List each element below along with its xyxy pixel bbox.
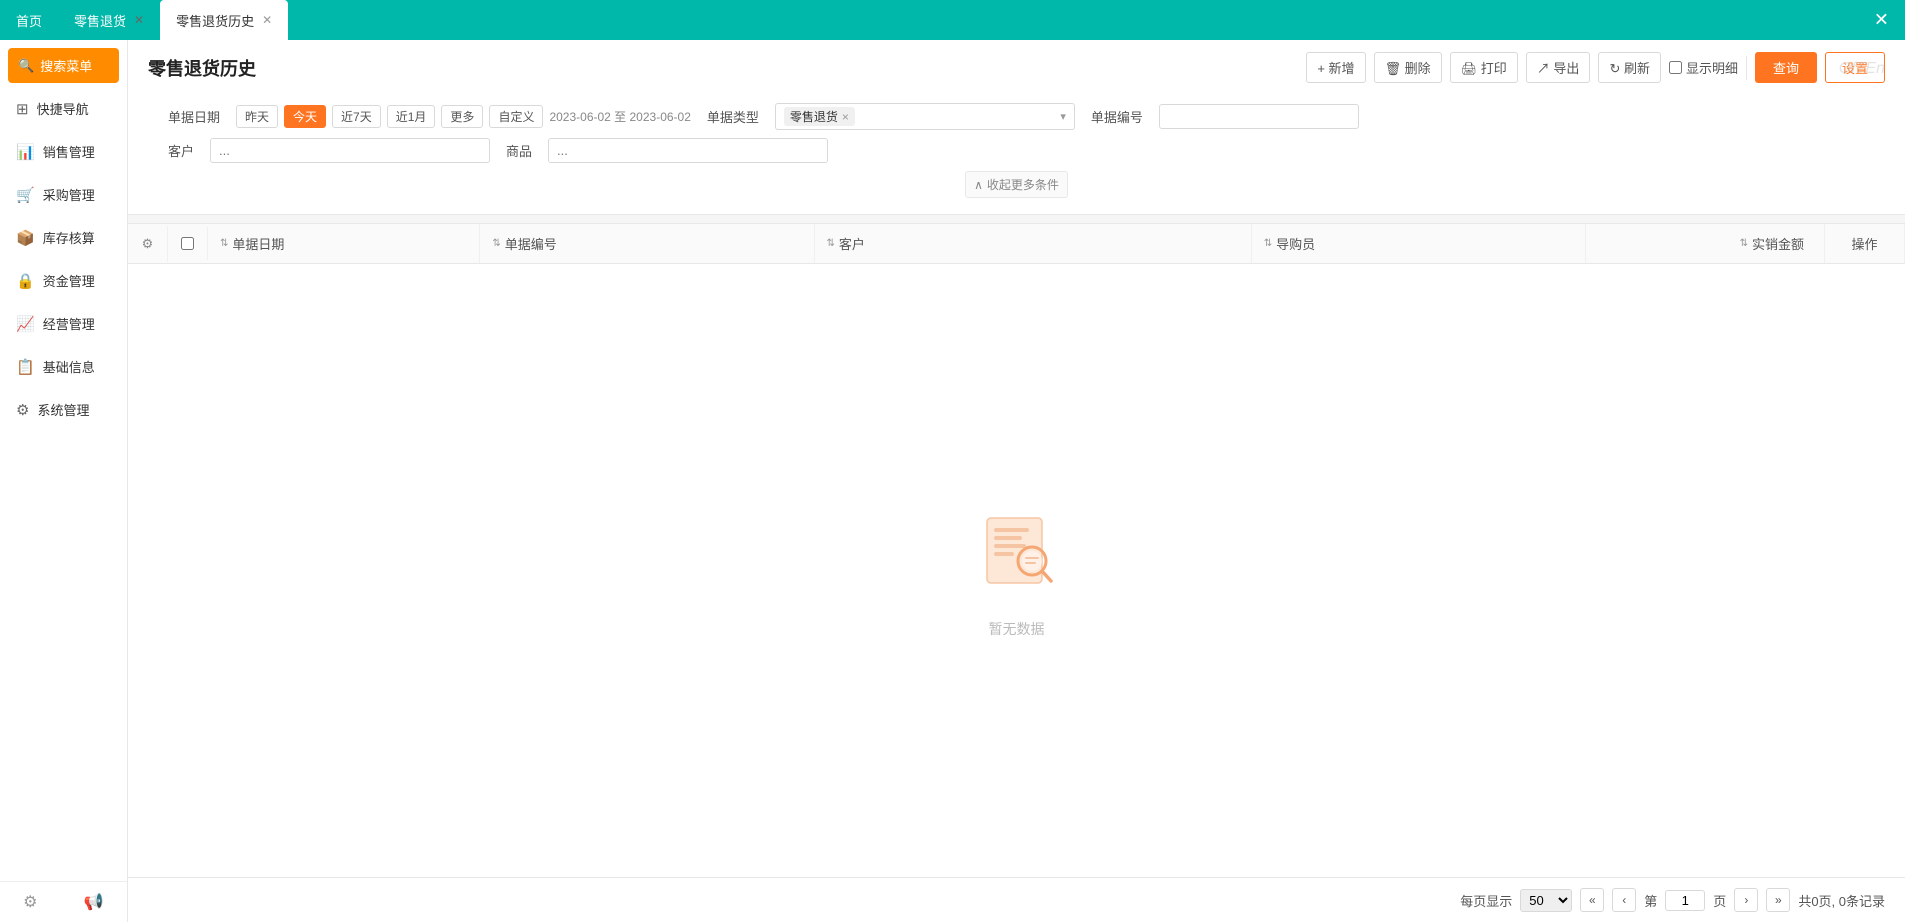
page-header: 零售退货历史 + 新增 🗑 删除 🖨 打印 ↗ 导出 ↻ 刷新 显示明细 查询 … bbox=[128, 40, 1905, 215]
finance-icon: 🔒 bbox=[16, 272, 35, 290]
page-number-input[interactable] bbox=[1665, 890, 1705, 911]
filter-row-1: 单据日期 昨天 今天 近7天 近1月 更多 自定义 2023-06-02 至 2… bbox=[168, 103, 1865, 130]
type-tag: 零售退货 × bbox=[784, 107, 855, 126]
system-icon: ⚙ bbox=[16, 401, 29, 419]
operations-icon: 📈 bbox=[16, 315, 35, 333]
goods-label: 商品 bbox=[506, 141, 532, 160]
date-label: 单据日期 bbox=[168, 107, 220, 126]
tab-retail-return[interactable]: 零售退货 ✕ bbox=[58, 0, 160, 40]
last-page-button[interactable]: » bbox=[1766, 888, 1790, 912]
number-label: 单据编号 bbox=[1091, 107, 1143, 126]
th-action: 操作 bbox=[1825, 224, 1905, 263]
show-detail-checkbox[interactable]: 显示明细 bbox=[1669, 58, 1738, 77]
goods-input[interactable] bbox=[548, 138, 828, 163]
sidebar-speaker-button[interactable]: 📢 bbox=[84, 892, 104, 912]
type-dropdown-arrow: ▾ bbox=[1060, 110, 1066, 123]
page-suffix: 页 bbox=[1713, 891, 1726, 910]
delete-button[interactable]: 🗑 删除 bbox=[1374, 52, 1442, 83]
th-number: ⇅ 单据编号 bbox=[480, 224, 814, 263]
number-input[interactable] bbox=[1159, 104, 1359, 129]
layout: 🔍 搜索菜单 ⊞ 快捷导航 📊 销售管理 🛒 采购管理 📦 库存核算 🔒 资金管… bbox=[0, 40, 1905, 922]
setting-button[interactable]: 设置 bbox=[1825, 52, 1885, 83]
customer-label: 客户 bbox=[168, 141, 194, 160]
top-bar: 首页 零售退货 ✕ 零售退货历史 ✕ ✕ bbox=[0, 0, 1905, 40]
purchase-icon: 🛒 bbox=[16, 186, 35, 204]
sort-asc-number-icon[interactable]: ⇅ bbox=[492, 238, 500, 249]
pagination: 每页显示 50 10 20 100 « ‹ 第 页 › » 共0页, 0条记录 bbox=[128, 877, 1905, 922]
sidebar-settings-button[interactable]: ⚙ bbox=[23, 892, 37, 912]
query-button[interactable]: 查询 bbox=[1755, 52, 1817, 83]
th-setting[interactable]: ⚙ bbox=[128, 226, 168, 262]
total-info: 共0页, 0条记录 bbox=[1798, 891, 1885, 910]
quick-nav-icon: ⊞ bbox=[16, 100, 29, 118]
page-size-select[interactable]: 50 10 20 100 bbox=[1520, 889, 1572, 912]
date-btn-yesterday[interactable]: 昨天 bbox=[236, 105, 278, 128]
print-button[interactable]: 🖨 打印 bbox=[1450, 52, 1518, 83]
first-page-button[interactable]: « bbox=[1580, 888, 1604, 912]
sort-asc-amount-icon[interactable]: ⇅ bbox=[1740, 238, 1748, 249]
sidebar-item-basic-info[interactable]: 📋 基础信息 bbox=[0, 345, 127, 388]
table-area: ⚙ ⇅ 单据日期 ⇅ 单据编号 ⇅ 客户 ⇅ 导购员 bbox=[128, 223, 1905, 922]
page-prefix: 第 bbox=[1644, 891, 1657, 910]
sidebar-search[interactable]: 🔍 搜索菜单 bbox=[8, 48, 119, 83]
close-tab-retail-return-history[interactable]: ✕ bbox=[262, 13, 272, 27]
sales-icon: 📊 bbox=[16, 143, 35, 161]
sidebar-item-operations[interactable]: 📈 经营管理 bbox=[0, 302, 127, 345]
refresh-button[interactable]: ↻ 刷新 bbox=[1598, 52, 1661, 83]
export-button[interactable]: ↗ 导出 bbox=[1526, 52, 1591, 83]
main-content: 零售退货历史 + 新增 🗑 删除 🖨 打印 ↗ 导出 ↻ 刷新 显示明细 查询 … bbox=[128, 40, 1905, 922]
basic-info-icon: 📋 bbox=[16, 358, 35, 376]
th-guide: ⇅ 导购员 bbox=[1252, 224, 1586, 263]
close-tab-retail-return[interactable]: ✕ bbox=[134, 13, 144, 27]
customer-input[interactable] bbox=[210, 138, 490, 163]
collapse-icon: ∧ bbox=[974, 178, 983, 192]
sidebar-item-finance[interactable]: 🔒 资金管理 bbox=[0, 259, 127, 302]
empty-text: 暂无数据 bbox=[989, 619, 1045, 639]
date-btn-1month[interactable]: 近1月 bbox=[387, 105, 436, 128]
sort-asc-date-icon[interactable]: ⇅ bbox=[220, 238, 228, 249]
th-amount: ⇅ 实销金额 bbox=[1586, 224, 1825, 263]
show-detail-input[interactable] bbox=[1669, 61, 1682, 74]
toolbar: + 新增 🗑 删除 🖨 打印 ↗ 导出 ↻ 刷新 显示明细 查询 设置 bbox=[1306, 52, 1885, 83]
date-btn-today[interactable]: 今天 bbox=[284, 105, 326, 128]
table-header: ⚙ ⇅ 单据日期 ⇅ 单据编号 ⇅ 客户 ⇅ 导购员 bbox=[128, 223, 1905, 264]
date-btn-custom[interactable]: 自定义 bbox=[489, 105, 543, 128]
th-date: ⇅ 单据日期 bbox=[208, 224, 480, 263]
sidebar-bottom: ⚙ 📢 bbox=[0, 881, 127, 922]
tab-retail-return-history[interactable]: 零售退货历史 ✕ bbox=[160, 0, 288, 40]
page-title: 零售退货历史 bbox=[148, 55, 256, 81]
filter-row-2: 客户 商品 bbox=[168, 138, 1865, 163]
next-page-button[interactable]: › bbox=[1734, 888, 1758, 912]
page-title-row: 零售退货历史 + 新增 🗑 删除 🖨 打印 ↗ 导出 ↻ 刷新 显示明细 查询 … bbox=[148, 52, 1885, 83]
inventory-icon: 📦 bbox=[16, 229, 35, 247]
sidebar-item-sales[interactable]: 📊 销售管理 bbox=[0, 130, 127, 173]
collapse-filter-button[interactable]: ∧ 收起更多条件 bbox=[965, 171, 1068, 198]
type-tag-close[interactable]: × bbox=[842, 110, 849, 124]
date-btn-7days[interactable]: 近7天 bbox=[332, 105, 381, 128]
empty-state: 暂无数据 bbox=[128, 264, 1905, 877]
sidebar-item-system[interactable]: ⚙ 系统管理 bbox=[0, 388, 127, 431]
sidebar-item-purchase[interactable]: 🛒 采购管理 bbox=[0, 173, 127, 216]
page-size-label: 每页显示 bbox=[1460, 891, 1512, 910]
filter-area: 单据日期 昨天 今天 近7天 近1月 更多 自定义 2023-06-02 至 2… bbox=[148, 95, 1885, 214]
select-all-checkbox[interactable] bbox=[181, 237, 194, 250]
th-checkbox[interactable] bbox=[168, 227, 208, 260]
sidebar-item-inventory[interactable]: 📦 库存核算 bbox=[0, 216, 127, 259]
type-filter-select[interactable]: 零售退货 × ▾ bbox=[775, 103, 1075, 130]
sort-asc-customer-icon[interactable]: ⇅ bbox=[827, 238, 835, 249]
date-range-display: 2023-06-02 至 2023-06-02 bbox=[549, 108, 690, 125]
window-close-button[interactable]: ✕ bbox=[1874, 10, 1889, 31]
date-filter: 昨天 今天 近7天 近1月 更多 自定义 2023-06-02 至 2023-0… bbox=[236, 105, 691, 128]
empty-illustration bbox=[967, 503, 1067, 603]
sort-asc-guide-icon[interactable]: ⇅ bbox=[1264, 238, 1272, 249]
type-label: 单据类型 bbox=[707, 107, 759, 126]
date-btn-more[interactable]: 更多 bbox=[441, 105, 483, 128]
th-customer: ⇅ 客户 bbox=[815, 224, 1252, 263]
sidebar: 🔍 搜索菜单 ⊞ 快捷导航 📊 销售管理 🛒 采购管理 📦 库存核算 🔒 资金管… bbox=[0, 40, 128, 922]
tab-home[interactable]: 首页 bbox=[0, 0, 58, 40]
new-button[interactable]: + 新增 bbox=[1306, 52, 1365, 83]
sidebar-item-quick-nav[interactable]: ⊞ 快捷导航 bbox=[0, 87, 127, 130]
prev-page-button[interactable]: ‹ bbox=[1612, 888, 1636, 912]
search-icon: 🔍 bbox=[18, 58, 34, 74]
